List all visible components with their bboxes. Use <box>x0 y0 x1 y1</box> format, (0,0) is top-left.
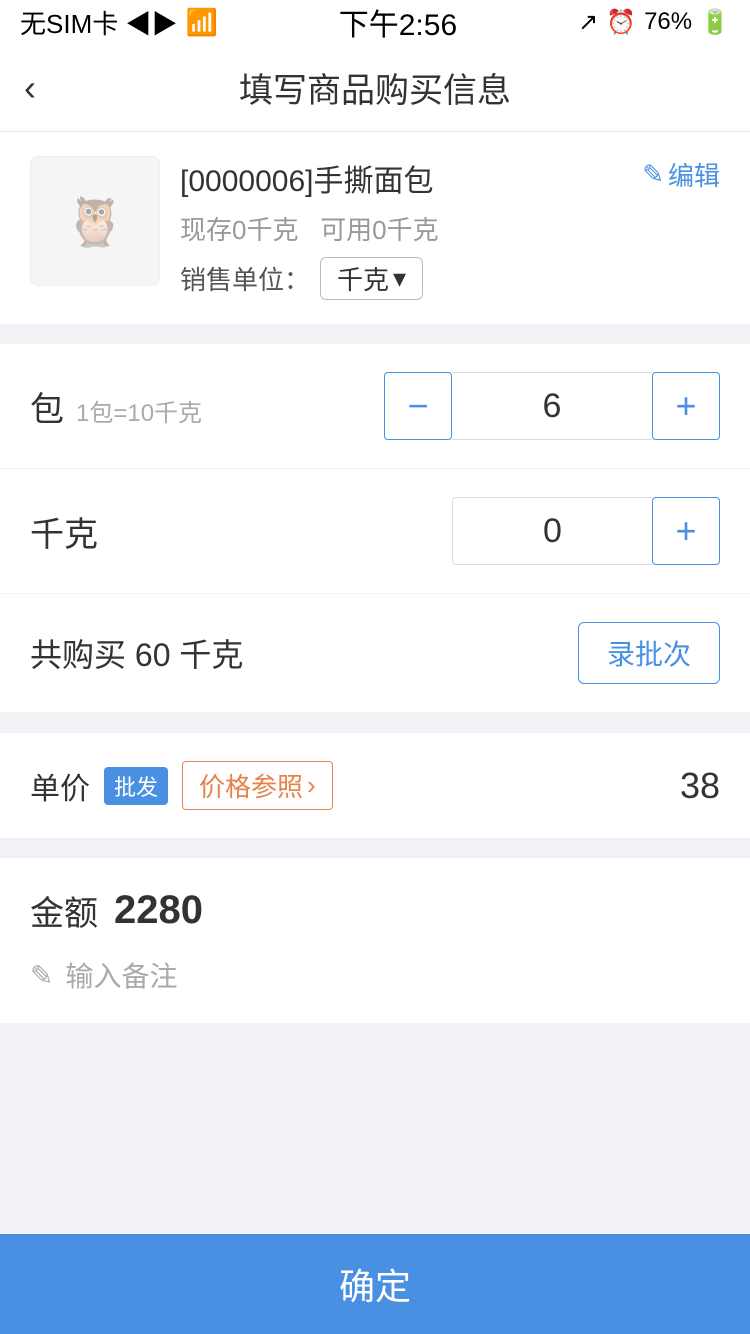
package-plus-button[interactable]: + <box>652 372 720 440</box>
kg-plus-button[interactable]: + <box>652 497 720 565</box>
package-label-sub: 1包=10千克 <box>76 393 202 428</box>
dropdown-icon: ▾ <box>393 263 406 294</box>
total-text: 共购买 60 千克 <box>30 630 243 676</box>
battery-label: 76% <box>644 8 692 36</box>
edit-button[interactable]: ✎ 编辑 <box>642 156 720 193</box>
price-ref-icon: › <box>307 770 316 801</box>
batch-button[interactable]: 录批次 <box>578 622 720 684</box>
product-name: [0000006]手撕面包 <box>180 156 433 200</box>
total-row: 共购买 60 千克 录批次 <box>0 594 750 712</box>
alarm-icon: ⏰ <box>606 8 636 37</box>
available-label: 可用0千克 <box>320 215 438 245</box>
package-input-row: 包 1包=10千克 − + <box>0 344 750 469</box>
remark-row[interactable]: ✎ 输入备注 <box>30 955 720 995</box>
status-bar: 无SIM卡 ◀▶ 📶 下午2:56 ↗ ⏰ 76% 🔋 <box>0 0 750 44</box>
remark-icon: ✎ <box>30 959 53 992</box>
amount-value: 2280 <box>114 888 203 933</box>
package-label: 包 1包=10千克 <box>30 382 202 431</box>
main-content: 🦉 [0000006]手撕面包 ✎ 编辑 现存0千克 可用0千克 销售单位： <box>0 132 750 1234</box>
product-thumbnail: 🦉 <box>65 193 125 250</box>
divider-1 <box>0 324 750 344</box>
product-info-header: [0000006]手撕面包 ✎ 编辑 <box>180 156 720 200</box>
battery-icon: 🔋 <box>700 8 730 37</box>
price-ref-label: 价格参照 <box>199 767 303 804</box>
price-label: 单价 <box>30 764 90 808</box>
amount-label: 金额 <box>30 886 98 935</box>
sim-label: 无SIM卡 ◀▶ <box>20 4 177 41</box>
kg-input-row: 千克 + <box>0 469 750 594</box>
product-code: [0000006] <box>180 165 313 198</box>
price-type-badge: 批发 <box>104 767 168 805</box>
wifi-icon: 📶 <box>185 7 217 38</box>
status-right: ↗ ⏰ 76% 🔋 <box>578 8 730 37</box>
kg-label: 千克 <box>30 507 98 556</box>
package-stepper: − + <box>384 372 720 440</box>
price-value: 38 <box>680 765 720 807</box>
status-time: 下午2:56 <box>339 0 457 44</box>
confirm-button[interactable]: 确定 <box>0 1234 750 1334</box>
stock-label: 现存0千克 <box>180 215 298 245</box>
price-ref-button[interactable]: 价格参照 › <box>182 761 333 810</box>
remark-text: 输入备注 <box>65 955 177 995</box>
input-section: 包 1包=10千克 − + 千克 + <box>0 344 750 594</box>
package-label-main: 包 <box>30 382 64 431</box>
product-unit-row: 销售单位： 千克 ▾ <box>180 257 720 300</box>
amount-row: 金额 2280 <box>30 886 720 935</box>
kg-stepper: + <box>452 497 720 565</box>
kg-input[interactable] <box>452 497 652 565</box>
amount-section: 金额 2280 ✎ 输入备注 <box>0 838 750 1023</box>
back-button[interactable]: ‹ <box>24 67 36 109</box>
divider-2 <box>0 712 750 732</box>
nav-bar: ‹ 填写商品购买信息 <box>0 44 750 132</box>
status-left: 无SIM卡 ◀▶ 📶 <box>20 4 218 41</box>
edit-label: 编辑 <box>668 156 720 193</box>
location-icon: ↗ <box>578 8 598 37</box>
package-minus-button[interactable]: − <box>384 372 452 440</box>
product-info: [0000006]手撕面包 ✎ 编辑 现存0千克 可用0千克 销售单位： 千克 … <box>180 156 720 300</box>
unit-label: 销售单位： <box>180 260 310 297</box>
product-title: 手撕面包 <box>313 165 433 198</box>
kg-label-main: 千克 <box>30 507 98 556</box>
price-left: 单价 批发 价格参照 › <box>30 761 333 810</box>
edit-icon: ✎ <box>642 159 664 190</box>
product-stock: 现存0千克 可用0千克 <box>180 210 720 247</box>
unit-selector[interactable]: 千克 ▾ <box>320 257 423 300</box>
price-row: 单价 批发 价格参照 › 38 <box>30 761 720 810</box>
price-section: 单价 批发 价格参照 › 38 <box>0 732 750 838</box>
package-input[interactable] <box>452 372 652 440</box>
page-title: 填写商品购买信息 <box>239 63 511 112</box>
product-image: 🦉 <box>30 156 160 286</box>
bottom-spacer <box>0 1023 750 1234</box>
unit-value: 千克 <box>337 260 389 297</box>
product-card: 🦉 [0000006]手撕面包 ✎ 编辑 现存0千克 可用0千克 销售单位： <box>0 132 750 324</box>
